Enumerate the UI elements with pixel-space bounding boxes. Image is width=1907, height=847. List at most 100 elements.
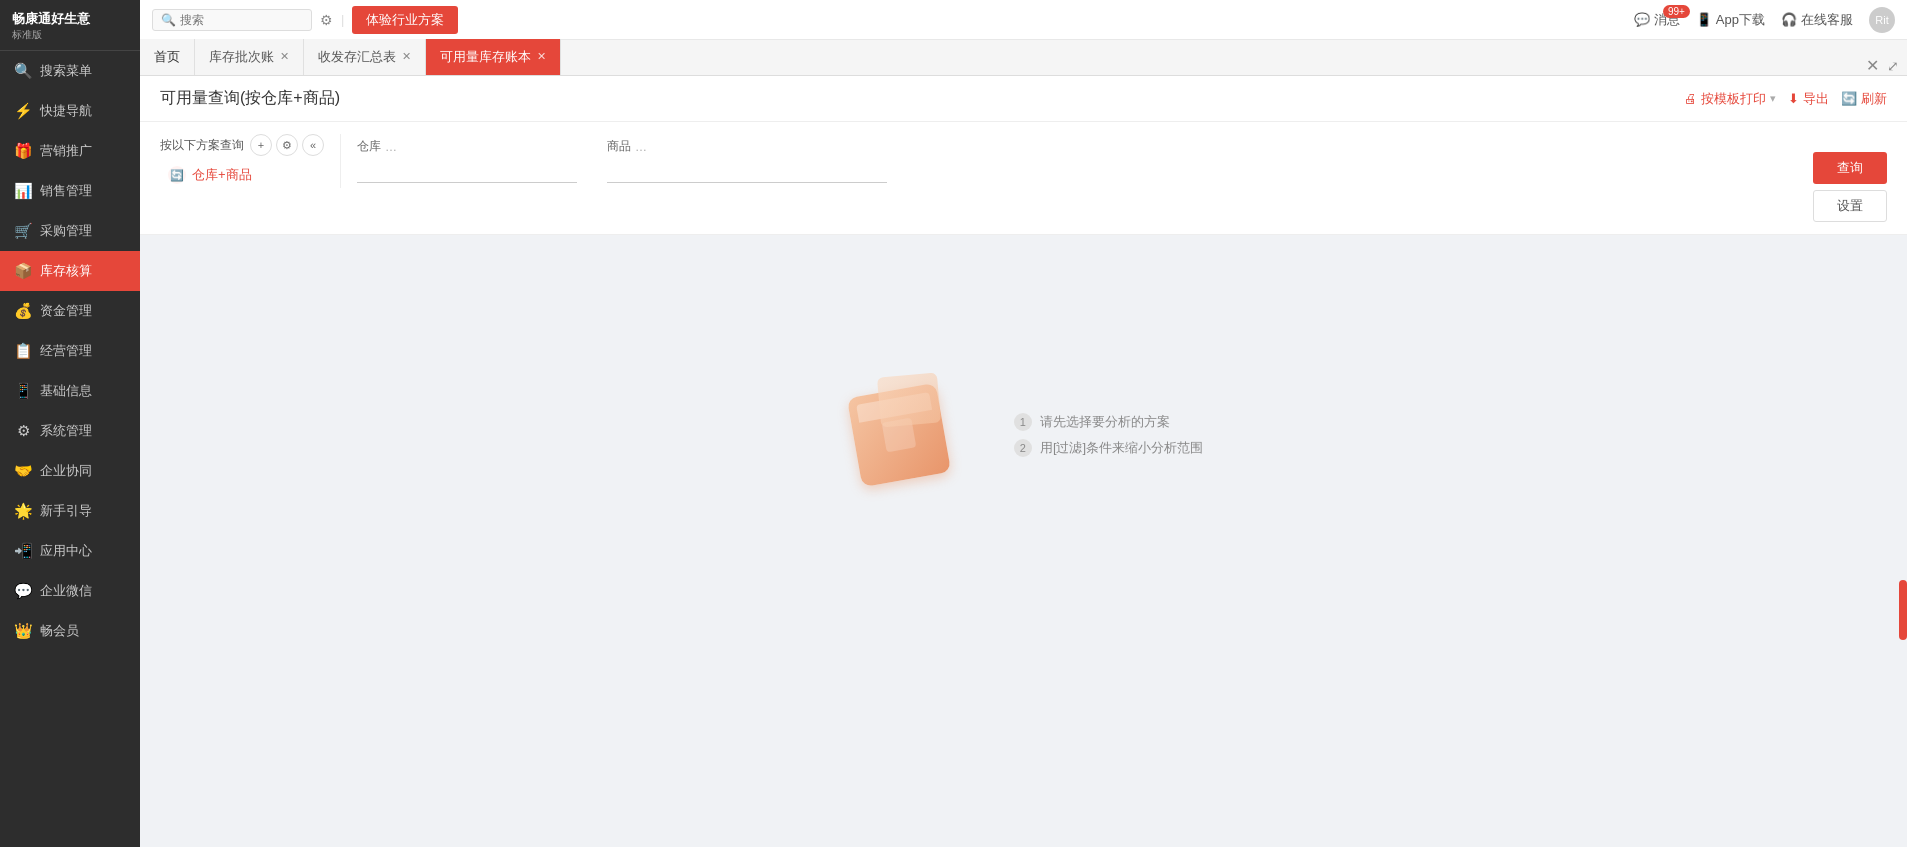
product-more-btn[interactable]: … xyxy=(635,140,647,154)
tab-available-ledger-label: 可用量库存账本 xyxy=(440,48,531,66)
print-dropdown-icon[interactable]: ▾ xyxy=(1770,92,1776,105)
refresh-icon: 🔄 xyxy=(1841,91,1857,106)
product-input[interactable] xyxy=(607,159,887,183)
tab-batch-ledger-label: 库存批次账 xyxy=(209,48,274,66)
print-label: 按模板打印 xyxy=(1701,90,1766,108)
refresh-btn[interactable]: 🔄 刷新 xyxy=(1841,90,1887,108)
sidebar-item-marketing[interactable]: 🎁 营销推广 xyxy=(0,131,140,171)
hint-1: 1 请先选择要分析的方案 xyxy=(1014,413,1203,431)
export-btn[interactable]: ⬇ 导出 xyxy=(1788,90,1829,108)
user-menu[interactable]: Rit xyxy=(1869,7,1895,33)
close-tab-receipt-summary[interactable]: ✕ xyxy=(402,51,411,62)
scheme-item-warehouse-product[interactable]: 🔄 仓库+商品 xyxy=(160,162,324,188)
export-label: 导出 xyxy=(1803,90,1829,108)
search-box[interactable]: 🔍 xyxy=(152,9,312,31)
topbar-right: 💬 消息 99+ 📱 App下载 🎧 在线客服 Rit xyxy=(1634,7,1895,33)
sidebar: 畅康通好生意 标准版 🔍 搜索菜单 ⚡ 快捷导航 🎁 营销推广 📊 销售管理 xyxy=(0,0,140,847)
support-label: 在线客服 xyxy=(1801,11,1853,29)
sidebar-item-member[interactable]: 👑 畅会员 xyxy=(0,611,140,651)
filter-action-btns: 查询 设置 xyxy=(1813,134,1887,222)
sidebar-item-inventory[interactable]: 📦 库存核算 xyxy=(0,251,140,291)
close-tab-available-ledger[interactable]: ✕ xyxy=(537,51,546,62)
sidebar-item-enterprise[interactable]: 🤝 企业协同 xyxy=(0,451,140,491)
app-icon: 📲 xyxy=(14,542,32,560)
tab-batch-ledger[interactable]: 库存批次账 ✕ xyxy=(195,39,304,75)
box-icon: 📦 xyxy=(14,262,32,280)
app-download-btn[interactable]: 📱 App下载 xyxy=(1696,11,1765,29)
sidebar-item-quick-nav[interactable]: ⚡ 快捷导航 xyxy=(0,91,140,131)
scheme-label: 按以下方案查询 xyxy=(160,137,244,154)
empty-illustration xyxy=(844,370,974,500)
warehouse-input[interactable] xyxy=(357,159,577,183)
sidebar-item-guide[interactable]: 🌟 新手引导 xyxy=(0,491,140,531)
print-btn[interactable]: 🖨 按模板打印 ▾ xyxy=(1684,90,1776,108)
sidebar-item-basics[interactable]: 📱 基础信息 xyxy=(0,371,140,411)
sidebar-item-finance[interactable]: 💰 资金管理 xyxy=(0,291,140,331)
search-icon: 🔍 xyxy=(14,62,32,80)
close-tab-batch-ledger[interactable]: ✕ xyxy=(280,51,289,62)
sidebar-item-label: 库存核算 xyxy=(40,262,92,280)
sidebar-item-label: 应用中心 xyxy=(40,542,92,560)
scheme-item-label: 仓库+商品 xyxy=(192,166,252,184)
support-btn[interactable]: 🎧 在线客服 xyxy=(1781,11,1853,29)
tabbar: 首页 库存批次账 ✕ 收发存汇总表 ✕ 可用量库存账本 ✕ ✕ ⤢ xyxy=(140,40,1907,76)
message-icon: 💬 xyxy=(1634,12,1650,27)
hints-list: 1 请先选择要分析的方案 2 用[过滤]条件来缩小分析范围 xyxy=(1014,413,1203,457)
search-input[interactable] xyxy=(180,13,280,27)
scheme-header: 按以下方案查询 + ⚙ « xyxy=(160,134,324,156)
sidebar-item-label: 经营管理 xyxy=(40,342,92,360)
settings-icon[interactable]: ⚙ xyxy=(320,12,333,28)
search-icon: 🔍 xyxy=(161,13,176,27)
sidebar-item-label: 企业微信 xyxy=(40,582,92,600)
sidebar-item-label: 资金管理 xyxy=(40,302,92,320)
sidebar-item-search[interactable]: 🔍 搜索菜单 xyxy=(0,51,140,91)
hint-1-text: 请先选择要分析的方案 xyxy=(1040,413,1170,431)
tab-home[interactable]: 首页 xyxy=(140,39,195,75)
sidebar-item-label: 企业协同 xyxy=(40,462,92,480)
warehouse-label: 仓库 … xyxy=(357,138,577,155)
messages-btn[interactable]: 💬 消息 99+ xyxy=(1634,11,1680,29)
sidebar-item-label: 采购管理 xyxy=(40,222,92,240)
quick-icon: ⚡ xyxy=(14,102,32,120)
filter-settings-btn[interactable]: 设置 xyxy=(1813,190,1887,222)
app-subtitle: 标准版 xyxy=(12,28,128,42)
crown-icon: 👑 xyxy=(14,622,32,640)
sidebar-item-system[interactable]: ⚙ 系统管理 xyxy=(0,411,140,451)
sidebar-item-app-center[interactable]: 📲 应用中心 xyxy=(0,531,140,571)
filter-area: 按以下方案查询 + ⚙ « 🔄 仓库+商品 xyxy=(140,122,1907,235)
print-icon: 🖨 xyxy=(1684,91,1697,106)
tab-close-btn[interactable]: ✕ xyxy=(1866,56,1879,75)
main-area: 🔍 ⚙ | 体验行业方案 💬 消息 99+ 📱 App下载 🎧 在线客服 xyxy=(140,0,1907,847)
settings-scheme-btn[interactable]: ⚙ xyxy=(276,134,298,156)
scheme-refresh-icon: 🔄 xyxy=(168,166,186,184)
query-btn[interactable]: 查询 xyxy=(1813,152,1887,184)
industry-btn[interactable]: 体验行业方案 xyxy=(352,6,458,34)
gear-icon: ⚙ xyxy=(14,422,32,440)
tab-receipt-summary[interactable]: 收发存汇总表 ✕ xyxy=(304,39,426,75)
sidebar-item-label: 销售管理 xyxy=(40,182,92,200)
download-icon: 📱 xyxy=(1696,12,1712,27)
page-actions: 🖨 按模板打印 ▾ ⬇ 导出 🔄 刷新 xyxy=(1684,90,1887,108)
avatar: Rit xyxy=(1869,7,1895,33)
collapse-scheme-btn[interactable]: « xyxy=(302,134,324,156)
hint-2-num: 2 xyxy=(1014,439,1032,457)
warehouse-more-btn[interactable]: … xyxy=(385,140,397,154)
add-scheme-btn[interactable]: + xyxy=(250,134,272,156)
tab-receipt-summary-label: 收发存汇总表 xyxy=(318,48,396,66)
hint-1-num: 1 xyxy=(1014,413,1032,431)
sidebar-item-operations[interactable]: 📋 经营管理 xyxy=(0,331,140,371)
star-icon: 🌟 xyxy=(14,502,32,520)
mobile-icon: 📱 xyxy=(14,382,32,400)
sidebar-item-purchase[interactable]: 🛒 采购管理 xyxy=(0,211,140,251)
right-scroll-strip[interactable] xyxy=(1899,580,1907,640)
app-download-label: App下载 xyxy=(1716,11,1765,29)
tab-expand-btn[interactable]: ⤢ xyxy=(1887,58,1899,74)
tab-available-ledger[interactable]: 可用量库存账本 ✕ xyxy=(426,39,561,75)
sidebar-item-sales[interactable]: 📊 销售管理 xyxy=(0,171,140,211)
handshake-icon: 🤝 xyxy=(14,462,32,480)
sidebar-item-wechat[interactable]: 💬 企业微信 xyxy=(0,571,140,611)
hint-2-text: 用[过滤]条件来缩小分析范围 xyxy=(1040,439,1203,457)
hint-2: 2 用[过滤]条件来缩小分析范围 xyxy=(1014,439,1203,457)
app-title: 畅康通好生意 xyxy=(12,10,128,28)
sidebar-item-label: 系统管理 xyxy=(40,422,92,440)
